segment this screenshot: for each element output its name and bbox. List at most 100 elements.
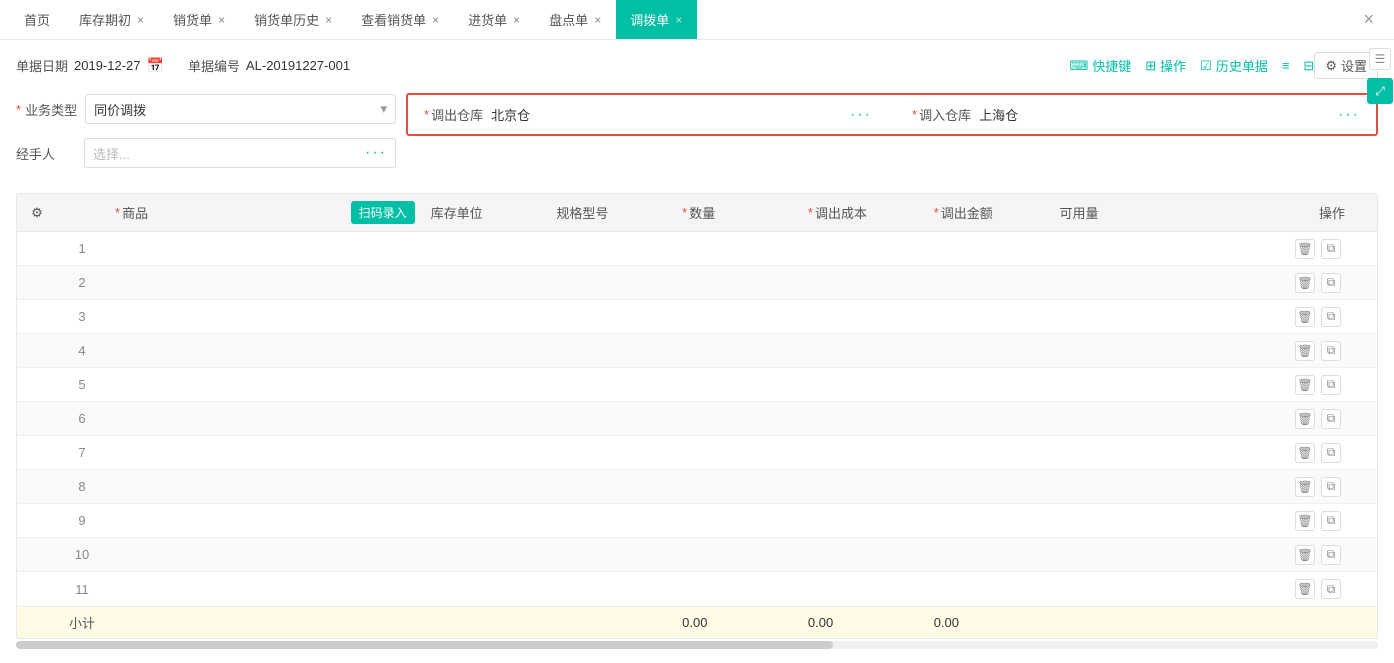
handler-row: 经手人 选择... ··· xyxy=(16,137,396,169)
window-close-icon[interactable]: × xyxy=(1353,9,1384,30)
row-ops-10: 🗑 ⧉ xyxy=(1287,545,1377,565)
delete-icon-row-9[interactable]: 🗑 xyxy=(1295,511,1315,531)
tab-sales-history[interactable]: 销货单历史 × xyxy=(240,0,347,39)
tab-home[interactable]: 首页 xyxy=(10,0,65,39)
cost-col-header: * 调出成本 xyxy=(800,203,926,222)
close-icon[interactable]: × xyxy=(325,13,332,27)
row-index-3: 3 xyxy=(57,309,107,324)
business-type-input[interactable]: 同价调拨 ▾ xyxy=(85,94,396,124)
copy-icon-row-5[interactable]: ⧉ xyxy=(1321,375,1341,395)
gear-icon: ⚙ xyxy=(1325,58,1337,74)
target-warehouse-more-icon[interactable]: ··· xyxy=(1338,106,1360,124)
tab-inventory-init[interactable]: 库存期初 × xyxy=(65,0,159,39)
amount-col-header: * 调出金额 xyxy=(926,203,1052,222)
scroll-thumb[interactable] xyxy=(16,641,833,649)
date-field: 单据日期 2019-12-27 📅 xyxy=(16,56,164,75)
form-section: * 业务类型 同价调拨 ▾ 经手人 选择... ··· xyxy=(16,93,1378,181)
history-icon: ☑ xyxy=(1200,58,1212,74)
row-ops-3: 🗑 ⧉ xyxy=(1287,307,1377,327)
delete-icon-row-10[interactable]: 🗑 xyxy=(1295,545,1315,565)
copy-icon-row-4[interactable]: ⧉ xyxy=(1321,341,1341,361)
business-type-label: * 业务类型 xyxy=(16,100,77,119)
row-index-2: 2 xyxy=(57,275,107,290)
source-warehouse-more-icon[interactable]: ··· xyxy=(850,106,872,124)
copy-icon-row-11[interactable]: ⧉ xyxy=(1321,579,1341,599)
delete-icon-row-3[interactable]: 🗑 xyxy=(1295,307,1315,327)
product-col-header: * 商品 xyxy=(107,203,343,222)
horizontal-scrollbar[interactable] xyxy=(16,641,1378,649)
tab-sales-order[interactable]: 销货单 × xyxy=(159,0,240,39)
copy-icon-row-9[interactable]: ⧉ xyxy=(1321,511,1341,531)
tab-inventory-check[interactable]: 盘点单 × xyxy=(535,0,616,39)
table-row: 10 🗑 ⧉ xyxy=(17,538,1377,572)
close-icon[interactable]: × xyxy=(137,13,144,27)
copy-icon-row-7[interactable]: ⧉ xyxy=(1321,443,1341,463)
spec-col-header: 规格型号 xyxy=(548,203,674,222)
sidebar-expand-icon[interactable]: ⤢ xyxy=(1367,78,1393,104)
scan-col-header[interactable]: 扫码录入 xyxy=(343,201,423,224)
qty-col-header: * 数量 xyxy=(674,203,800,222)
close-icon[interactable]: × xyxy=(594,13,601,27)
subtotal-amount: 0.00 xyxy=(926,615,1052,630)
handler-input[interactable]: 选择... ··· xyxy=(84,138,396,168)
avail-col-header: 可用量 xyxy=(1051,203,1287,222)
content-area: 单据日期 2019-12-27 📅 单据编号 AL-20191227-001 ⌨… xyxy=(0,40,1394,663)
subtotal-label: 小计 xyxy=(57,613,107,632)
copy-icon-row-6[interactable]: ⧉ xyxy=(1321,409,1341,429)
close-icon[interactable]: × xyxy=(432,13,439,27)
doc-number-field: 单据编号 AL-20191227-001 xyxy=(188,56,350,75)
delete-icon-row-1[interactable]: 🗑 xyxy=(1295,239,1315,259)
row-index-6: 6 xyxy=(57,411,107,426)
row-ops-7: 🗑 ⧉ xyxy=(1287,443,1377,463)
shortcut-button[interactable]: ⌨ 快捷键 xyxy=(1069,56,1131,75)
row-ops-8: 🗑 ⧉ xyxy=(1287,477,1377,497)
table-row: 8 🗑 ⧉ xyxy=(17,470,1377,504)
gear-col-header[interactable]: ⚙ xyxy=(17,205,57,221)
close-icon[interactable]: × xyxy=(513,13,520,27)
row-ops-4: 🗑 ⧉ xyxy=(1287,341,1377,361)
shortcut-icon: ⌨ xyxy=(1069,58,1088,74)
table-row: 11 🗑 ⧉ xyxy=(17,572,1377,606)
close-icon[interactable]: × xyxy=(218,13,225,27)
delete-icon-row-2[interactable]: 🗑 xyxy=(1295,273,1315,293)
operation-button[interactable]: ⊞ 操作 xyxy=(1145,56,1186,75)
business-type-row: * 业务类型 同价调拨 ▾ xyxy=(16,93,396,125)
copy-icon-row-2[interactable]: ⧉ xyxy=(1321,273,1341,293)
copy-icon-row-10[interactable]: ⧉ xyxy=(1321,545,1341,565)
history-button[interactable]: ☑ 历史单据 xyxy=(1200,56,1268,75)
table-row: 2 🗑 ⧉ xyxy=(17,266,1377,300)
tab-purchase[interactable]: 进货单 × xyxy=(454,0,535,39)
table-row: 5 🗑 ⧉ xyxy=(17,368,1377,402)
delete-icon-row-7[interactable]: 🗑 xyxy=(1295,443,1315,463)
header-row: 单据日期 2019-12-27 📅 单据编号 AL-20191227-001 ⌨… xyxy=(16,52,1378,79)
settings-icon[interactable]: ⚙ xyxy=(31,205,43,221)
close-icon[interactable]: × xyxy=(675,13,682,27)
tab-transfer[interactable]: 调拨单 × xyxy=(616,0,697,39)
scan-button[interactable]: 扫码录入 xyxy=(351,201,415,224)
row-index-5: 5 xyxy=(57,377,107,392)
delete-icon-row-8[interactable]: 🗑 xyxy=(1295,477,1315,497)
dropdown-arrow-icon[interactable]: ▾ xyxy=(380,101,387,117)
warehouse-row: * 调出仓库 北京仓 ··· * 调入仓库 上海仓 ··· xyxy=(424,105,1360,124)
calendar-icon[interactable]: 📅 xyxy=(147,57,164,74)
copy-icon-row-1[interactable]: ⧉ xyxy=(1321,239,1341,259)
handler-more-icon[interactable]: ··· xyxy=(365,144,387,162)
delete-icon-row-6[interactable]: 🗑 xyxy=(1295,409,1315,429)
row-index-1: 1 xyxy=(57,241,107,256)
table-header: ⚙ * 商品 扫码录入 库存单位 规格型号 * 数量 * 调出成本 xyxy=(17,194,1377,232)
sidebar-list-icon[interactable]: ☰ xyxy=(1369,48,1391,70)
tab-view-sales[interactable]: 查看销货单 × xyxy=(347,0,454,39)
list-view-icon[interactable]: ≡ xyxy=(1282,58,1290,73)
delete-icon-row-11[interactable]: 🗑 xyxy=(1295,579,1315,599)
table-row: 4 🗑 ⧉ xyxy=(17,334,1377,368)
delete-icon-row-5[interactable]: 🗑 xyxy=(1295,375,1315,395)
row-index-4: 4 xyxy=(57,343,107,358)
operation-icon: ⊞ xyxy=(1145,58,1156,74)
grid-view-icon[interactable]: ⊟ xyxy=(1303,58,1314,74)
delete-icon-row-4[interactable]: 🗑 xyxy=(1295,341,1315,361)
row-ops-9: 🗑 ⧉ xyxy=(1287,511,1377,531)
copy-icon-row-8[interactable]: ⧉ xyxy=(1321,477,1341,497)
copy-icon-row-3[interactable]: ⧉ xyxy=(1321,307,1341,327)
table-row: 7 🗑 ⧉ xyxy=(17,436,1377,470)
right-sidebar: ☰ ⤢ xyxy=(1366,40,1394,112)
